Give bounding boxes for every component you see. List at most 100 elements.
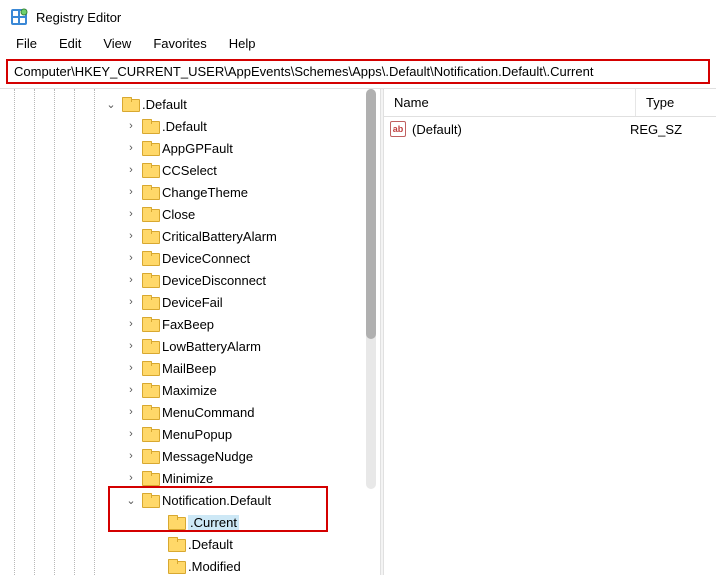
- chevron-right-icon[interactable]: ›: [124, 384, 138, 396]
- chevron-right-icon[interactable]: ›: [124, 318, 138, 330]
- folder-icon: [142, 273, 158, 287]
- folder-icon: [142, 295, 158, 309]
- address-text: Computer\HKEY_CURRENT_USER\AppEvents\Sch…: [14, 64, 593, 79]
- window-title: Registry Editor: [36, 10, 121, 25]
- tree-label: .Default: [188, 537, 233, 552]
- chevron-right-icon[interactable]: ›: [124, 252, 138, 264]
- tree-label: FaxBeep: [162, 317, 214, 332]
- main-split: ⌄ .Default › .Default › AppGPFault › CCSelect…: [0, 88, 716, 575]
- folder-icon: [142, 405, 158, 419]
- value-type: REG_SZ: [630, 122, 710, 137]
- tree-node[interactable]: ›Close: [0, 203, 380, 225]
- folder-icon: [142, 383, 158, 397]
- chevron-down-icon[interactable]: ⌄: [124, 494, 138, 507]
- tree-label: CriticalBatteryAlarm: [162, 229, 277, 244]
- folder-icon: [142, 339, 158, 353]
- titlebar: Registry Editor: [0, 0, 716, 32]
- menu-edit[interactable]: Edit: [49, 34, 91, 53]
- chevron-right-icon[interactable]: ›: [124, 450, 138, 462]
- tree-node[interactable]: › CriticalBatteryAlarm: [0, 225, 380, 247]
- folder-icon: [168, 515, 184, 529]
- tree-label: .Default: [142, 97, 187, 112]
- folder-icon: [142, 207, 158, 221]
- value-name: (Default): [412, 122, 624, 137]
- chevron-down-icon[interactable]: ⌄: [104, 98, 118, 111]
- chevron-right-icon[interactable]: ›: [124, 296, 138, 308]
- folder-icon: [142, 229, 158, 243]
- folder-icon: [142, 493, 158, 507]
- chevron-right-icon[interactable]: ›: [124, 428, 138, 440]
- values-pane: Name Type ab (Default) REG_SZ: [384, 89, 716, 575]
- folder-icon: [142, 119, 158, 133]
- list-header: Name Type: [384, 89, 716, 117]
- folder-icon: [168, 559, 184, 573]
- tree-label: AppGPFault: [162, 141, 233, 156]
- menu-favorites[interactable]: Favorites: [143, 34, 216, 53]
- chevron-right-icon[interactable]: ›: [124, 120, 138, 132]
- tree-label: ChangeTheme: [162, 185, 248, 200]
- tree-node[interactable]: › CCSelect: [0, 159, 380, 181]
- address-bar[interactable]: Computer\HKEY_CURRENT_USER\AppEvents\Sch…: [6, 59, 710, 84]
- tree-node[interactable]: › AppGPFault: [0, 137, 380, 159]
- tree-label: LowBatteryAlarm: [162, 339, 261, 354]
- menu-view[interactable]: View: [93, 34, 141, 53]
- tree-label: DeviceFail: [162, 295, 223, 310]
- tree-node[interactable]: › DeviceConnect: [0, 247, 380, 269]
- tree-label: Notification.Default: [162, 493, 271, 508]
- menubar: File Edit View Favorites Help: [0, 32, 716, 57]
- tree-node-notification-default[interactable]: ⌄ Notification.Default: [0, 489, 380, 511]
- tree-node[interactable]: › LowBatteryAlarm: [0, 335, 380, 357]
- column-header-name[interactable]: Name: [384, 89, 636, 116]
- tree-node[interactable]: ›MailBeep: [0, 357, 380, 379]
- folder-icon: [142, 427, 158, 441]
- menu-file[interactable]: File: [6, 34, 47, 53]
- registry-tree[interactable]: ⌄ .Default › .Default › AppGPFault › CCSelect…: [0, 93, 380, 575]
- tree-label: .Modified: [188, 559, 241, 574]
- tree-node[interactable]: › Minimize: [0, 467, 380, 489]
- tree-label: .Default: [162, 119, 207, 134]
- tree-node[interactable]: › Maximize: [0, 379, 380, 401]
- chevron-right-icon[interactable]: ›: [124, 406, 138, 418]
- chevron-right-icon[interactable]: ›: [124, 208, 138, 220]
- chevron-right-icon[interactable]: ›: [124, 142, 138, 154]
- tree-label: DeviceDisconnect: [162, 273, 266, 288]
- tree-label: DeviceConnect: [162, 251, 250, 266]
- menu-help[interactable]: Help: [219, 34, 266, 53]
- chevron-right-icon[interactable]: ›: [124, 362, 138, 374]
- regedit-icon: [10, 8, 28, 26]
- chevron-right-icon[interactable]: ›: [124, 340, 138, 352]
- tree-scrollbar-thumb[interactable]: [366, 89, 376, 339]
- chevron-right-icon[interactable]: ›: [124, 230, 138, 242]
- tree-node[interactable]: › FaxBeep: [0, 313, 380, 335]
- tree-node[interactable]: ›MenuPopup: [0, 423, 380, 445]
- tree-node[interactable]: .Current: [0, 511, 380, 533]
- list-body: ab (Default) REG_SZ: [384, 117, 716, 575]
- folder-icon: [142, 163, 158, 177]
- chevron-right-icon[interactable]: ›: [124, 472, 138, 484]
- tree-label: Maximize: [162, 383, 217, 398]
- tree-node[interactable]: ›MenuCommand: [0, 401, 380, 423]
- folder-icon: [142, 317, 158, 331]
- tree-node[interactable]: › MessageNudge: [0, 445, 380, 467]
- value-row[interactable]: ab (Default) REG_SZ: [384, 117, 716, 141]
- tree-node[interactable]: .Modified: [0, 555, 380, 575]
- tree-label: Minimize: [162, 471, 213, 486]
- chevron-right-icon[interactable]: ›: [124, 164, 138, 176]
- tree-node-default-root[interactable]: ⌄ .Default: [0, 93, 380, 115]
- tree-node[interactable]: › DeviceFail: [0, 291, 380, 313]
- tree-label: .Current: [188, 515, 239, 530]
- chevron-right-icon[interactable]: ›: [124, 186, 138, 198]
- tree-node[interactable]: › .Default: [0, 115, 380, 137]
- folder-icon: [142, 185, 158, 199]
- tree-pane: ⌄ .Default › .Default › AppGPFault › CCSelect…: [0, 89, 380, 575]
- folder-icon: [142, 141, 158, 155]
- tree-node[interactable]: .Default: [0, 533, 380, 555]
- tree-label: CCSelect: [162, 163, 217, 178]
- tree-node[interactable]: › ChangeTheme: [0, 181, 380, 203]
- tree-node[interactable]: › DeviceDisconnect: [0, 269, 380, 291]
- folder-icon: [142, 361, 158, 375]
- chevron-right-icon[interactable]: ›: [124, 274, 138, 286]
- tree-label: MessageNudge: [162, 449, 253, 464]
- folder-icon: [122, 97, 138, 111]
- column-header-type[interactable]: Type: [636, 89, 716, 116]
